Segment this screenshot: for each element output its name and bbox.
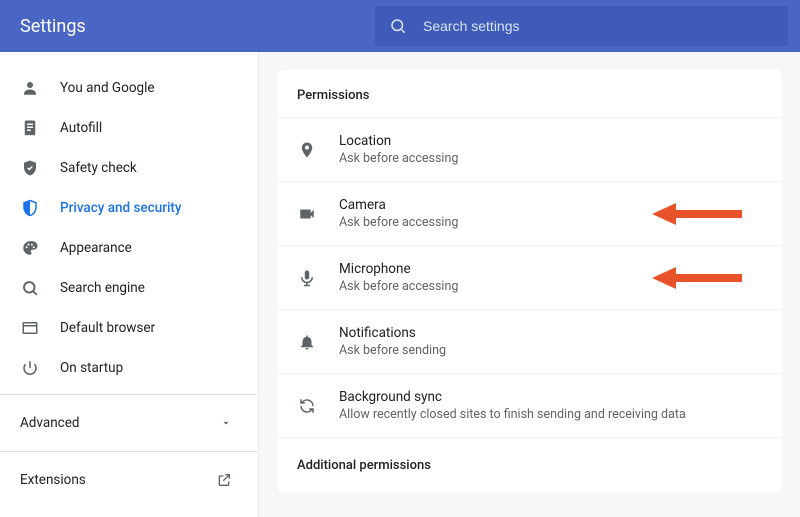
- permission-title: Microphone: [339, 261, 458, 277]
- sidebar-item-label: You and Google: [60, 80, 155, 96]
- shield-check-icon: [20, 158, 40, 178]
- permission-text: Camera Ask before accessing: [339, 197, 458, 230]
- callout-arrow-icon: [652, 265, 742, 291]
- permission-row-camera[interactable]: Camera Ask before accessing: [277, 181, 782, 245]
- sidebar-item-search-engine[interactable]: Search engine: [0, 268, 258, 308]
- extensions-link[interactable]: Extensions: [0, 458, 258, 502]
- permission-text: Notifications Ask before sending: [339, 325, 446, 358]
- permissions-panel: Permissions Location Ask before accessin…: [277, 70, 782, 493]
- camera-icon: [297, 204, 317, 224]
- sidebar-item-label: Autofill: [60, 120, 102, 136]
- search-box[interactable]: [375, 6, 788, 46]
- permission-row-microphone[interactable]: Microphone Ask before accessing: [277, 245, 782, 309]
- sidebar-item-appearance[interactable]: Appearance: [0, 228, 258, 268]
- sidebar-item-safety-check[interactable]: Safety check: [0, 148, 258, 188]
- open-in-new-icon: [216, 472, 232, 488]
- about-chrome-link[interactable]: About Chrome: [0, 502, 258, 517]
- person-icon: [20, 78, 40, 98]
- sidebar-item-label: Privacy and security: [60, 200, 182, 216]
- permission-title: Camera: [339, 197, 458, 213]
- chevron-down-icon: [220, 417, 232, 429]
- shield-icon: [20, 198, 40, 218]
- sidebar-item-label: Safety check: [60, 160, 137, 176]
- bell-icon: [297, 332, 317, 352]
- content-area: Permissions Location Ask before accessin…: [258, 52, 800, 517]
- permission-subtitle: Ask before sending: [339, 343, 446, 358]
- app-title: Settings: [0, 16, 375, 37]
- sync-icon: [297, 396, 317, 416]
- permission-subtitle: Allow recently closed sites to finish se…: [339, 407, 686, 422]
- extensions-label: Extensions: [20, 472, 86, 488]
- search-input[interactable]: [423, 18, 774, 34]
- permission-subtitle: Ask before accessing: [339, 151, 458, 166]
- additional-permissions-label: Additional permissions: [297, 458, 431, 473]
- search-wrap: [375, 0, 800, 52]
- sidebar-item-label: Search engine: [60, 280, 145, 296]
- sidebar-item-label: On startup: [60, 360, 123, 376]
- power-icon: [20, 358, 40, 378]
- sidebar-item-label: Default browser: [60, 320, 155, 336]
- permission-subtitle: Ask before accessing: [339, 279, 458, 294]
- sidebar-item-you-and-google[interactable]: You and Google: [0, 68, 258, 108]
- sidebar-item-default-browser[interactable]: Default browser: [0, 308, 258, 348]
- microphone-icon: [297, 268, 317, 288]
- search-icon: [20, 278, 40, 298]
- sidebar: You and Google Autofill Safety check Pri…: [0, 52, 258, 517]
- permission-text: Background sync Allow recently closed si…: [339, 389, 686, 422]
- permission-title: Location: [339, 133, 458, 149]
- location-icon: [297, 140, 317, 160]
- sidebar-item-privacy-and-security[interactable]: Privacy and security: [0, 188, 258, 228]
- permission-row-background-sync[interactable]: Background sync Allow recently closed si…: [277, 373, 782, 437]
- divider: [0, 394, 258, 395]
- callout-arrow-icon: [652, 201, 742, 227]
- browser-icon: [20, 318, 40, 338]
- palette-icon: [20, 238, 40, 258]
- permissions-heading: Permissions: [277, 70, 782, 117]
- permission-text: Microphone Ask before accessing: [339, 261, 458, 294]
- sidebar-item-label: Appearance: [60, 240, 132, 256]
- permission-subtitle: Ask before accessing: [339, 215, 458, 230]
- sidebar-item-autofill[interactable]: Autofill: [0, 108, 258, 148]
- permission-title: Notifications: [339, 325, 446, 341]
- permission-title: Background sync: [339, 389, 686, 405]
- app-header: Settings: [0, 0, 800, 52]
- advanced-label: Advanced: [20, 415, 80, 431]
- divider: [0, 451, 258, 452]
- additional-permissions-row[interactable]: Additional permissions: [277, 437, 782, 493]
- permission-row-location[interactable]: Location Ask before accessing: [277, 117, 782, 181]
- search-icon: [389, 17, 407, 35]
- permission-row-notifications[interactable]: Notifications Ask before sending: [277, 309, 782, 373]
- advanced-toggle[interactable]: Advanced: [0, 401, 258, 445]
- sidebar-item-on-startup[interactable]: On startup: [0, 348, 258, 388]
- autofill-icon: [20, 118, 40, 138]
- permission-text: Location Ask before accessing: [339, 133, 458, 166]
